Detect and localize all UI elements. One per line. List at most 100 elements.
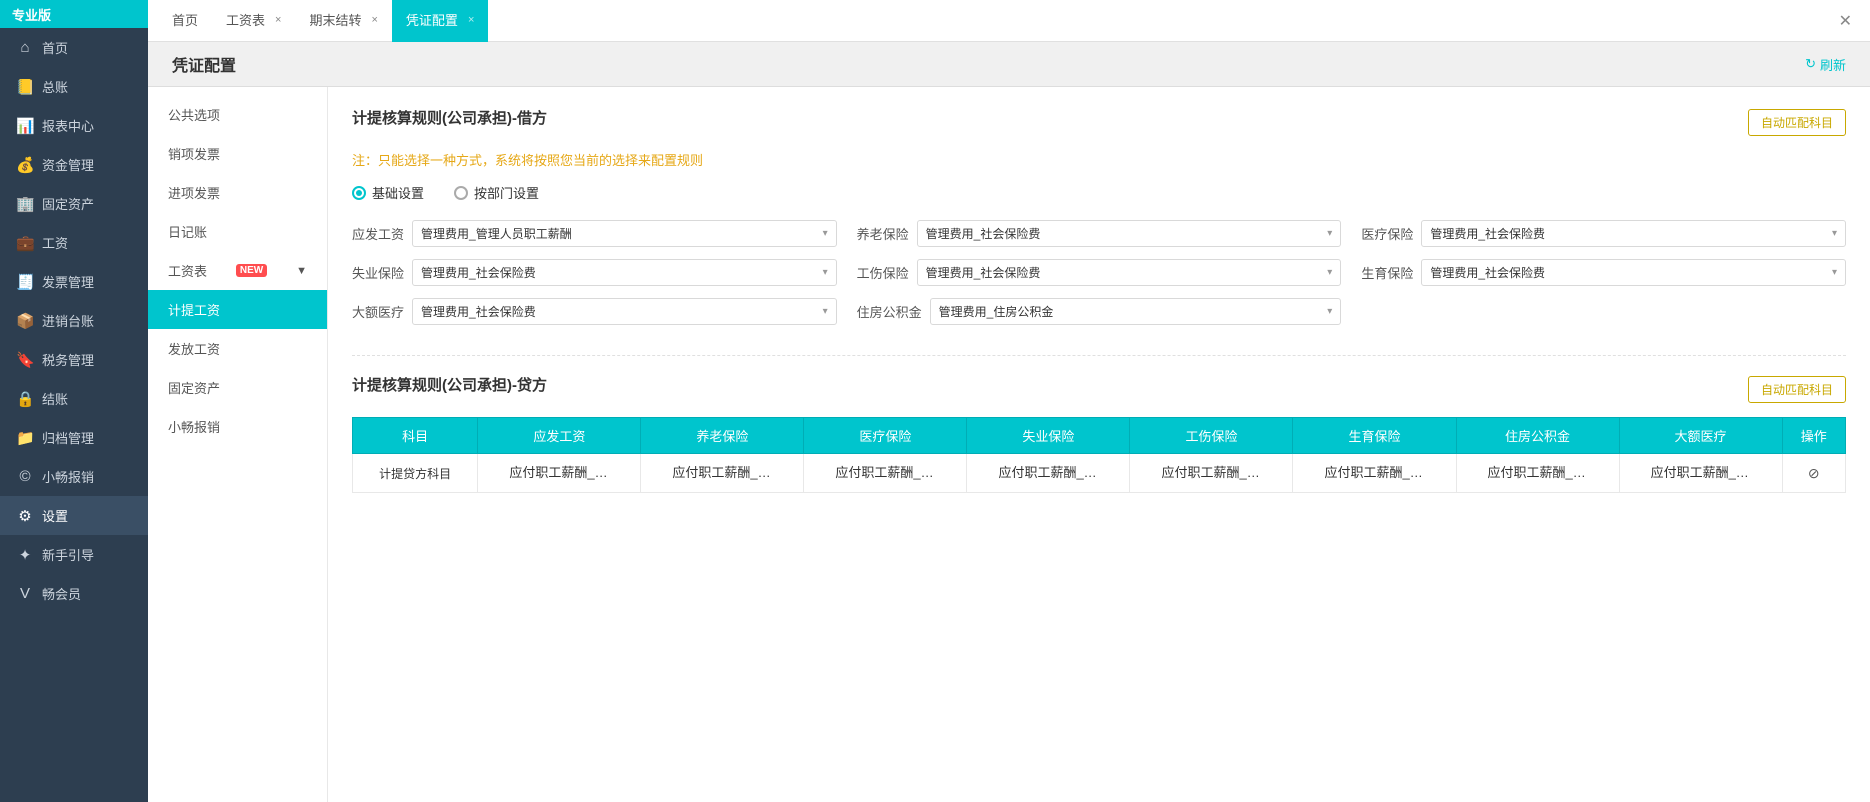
select-arrow-1-1: ▾ xyxy=(1327,267,1332,278)
radio-dept-dot xyxy=(454,186,468,200)
table-header-cell: 住房公积金 xyxy=(1456,418,1619,454)
form-item-0-0: 应发工资 管理费用_管理人员职工薪酬 ▾ xyxy=(352,220,837,247)
left-nav-label: 小畅报销 xyxy=(168,417,220,436)
left-nav-item-cancel-invoice[interactable]: 销项发票 xyxy=(148,134,327,173)
left-nav-label: 销项发票 xyxy=(168,144,220,163)
table-cell-value-1[interactable]: 应付职工薪酬_基... xyxy=(641,454,804,493)
tab-close-salary-table[interactable]: × xyxy=(275,14,281,26)
form-select-2-0[interactable]: 管理费用_社会保险费 ▾ xyxy=(412,298,837,325)
table-header-cell: 养老保险 xyxy=(641,418,804,454)
left-nav-item-journal[interactable]: 日记账 xyxy=(148,212,327,251)
action-icon[interactable]: ⊘ xyxy=(1808,465,1820,481)
sidebar-item-archive[interactable]: 📁归档管理 xyxy=(0,418,148,457)
form-label-1-0: 失业保险 xyxy=(352,263,404,282)
section2-header: 计提核算规则(公司承担)-贷方 自动匹配科目 xyxy=(352,374,1846,405)
table-row: 计提贷方科目应付职工薪酬_基...应付职工薪酬_基...应付职工薪酬_基...应… xyxy=(353,454,1846,493)
sidebar-item-guide[interactable]: ✦ 新手引导 xyxy=(0,535,148,574)
member-icon: V xyxy=(16,585,34,602)
form-select-1-0[interactable]: 管理费用_社会保险费 ▾ xyxy=(412,259,837,286)
sidebar-item-ledger[interactable]: 📒总账 xyxy=(0,67,148,106)
tab-home[interactable]: 首页 xyxy=(158,0,212,42)
sidebar-item-salary[interactable]: 💼工资 xyxy=(0,223,148,262)
table-cell-subject: 计提贷方科目 xyxy=(353,454,478,493)
table-cell-value-3[interactable]: 应付职工薪酬_基... xyxy=(967,454,1130,493)
form-select-0-0[interactable]: 管理费用_管理人员职工薪酬 ▾ xyxy=(412,220,837,247)
table-header-cell: 操作 xyxy=(1782,418,1845,454)
form-label-2-0: 大额医疗 xyxy=(352,302,404,321)
form-select-1-1[interactable]: 管理费用_社会保险费 ▾ xyxy=(917,259,1342,286)
table-cell-action[interactable]: ⊘ xyxy=(1782,454,1845,493)
form-select-1-2[interactable]: 管理费用_社会保险费 ▾ xyxy=(1421,259,1846,286)
sidebar-item-funds[interactable]: 💰资金管理 xyxy=(0,145,148,184)
divider-1 xyxy=(352,355,1846,356)
sidebar-item-label: 设置 xyxy=(42,506,68,525)
sidebar-item-reports[interactable]: 📊报表中心 xyxy=(0,106,148,145)
table-header-cell: 失业保险 xyxy=(967,418,1130,454)
left-nav-item-salary-table-nav[interactable]: 工资表NEW▼ xyxy=(148,251,327,290)
select-arrow-1-2: ▾ xyxy=(1832,267,1837,278)
sidebar-item-invoice[interactable]: 🧾发票管理 xyxy=(0,262,148,301)
sidebar-item-home[interactable]: ⌂首页 xyxy=(0,28,148,67)
radio-department[interactable]: 按部门设置 xyxy=(454,183,539,202)
sidebar-item-xiaochang[interactable]: ©小畅报销 xyxy=(0,457,148,496)
form-select-0-1[interactable]: 管理费用_社会保险费 ▾ xyxy=(917,220,1342,247)
sidebar-item-tax[interactable]: 🔖税务管理 xyxy=(0,340,148,379)
sidebar-item-closing[interactable]: 🔒结账 xyxy=(0,379,148,418)
left-nav-item-input-invoice[interactable]: 进项发票 xyxy=(148,173,327,212)
sidebar-item-label: 资金管理 xyxy=(42,155,94,174)
sidebar: 专业版 ⌂首页📒总账📊报表中心💰资金管理🏢固定资产💼工资🧾发票管理📦进销台账🔖税… xyxy=(0,0,148,802)
form-label-1-1: 工伤保险 xyxy=(857,263,909,282)
section2-title: 计提核算规则(公司承担)-贷方 xyxy=(352,374,547,395)
debit-form-grid: 应发工资 管理费用_管理人员职工薪酬 ▾ 养老保险 管理费用_社会保险费 ▾ 医… xyxy=(352,220,1846,325)
left-nav-item-calc-salary[interactable]: 计提工资 xyxy=(148,290,327,329)
home-icon: ⌂ xyxy=(16,39,34,56)
tab-label: 首页 xyxy=(172,10,198,29)
tab-label: 凭证配置 xyxy=(406,10,458,29)
form-select-0-2[interactable]: 管理费用_社会保险费 ▾ xyxy=(1421,220,1846,247)
auto-match-button-2[interactable]: 自动匹配科目 xyxy=(1748,376,1846,403)
table-cell-value-2[interactable]: 应付职工薪酬_基... xyxy=(804,454,967,493)
tab-bar: 首页工资表×期末结转× 凭证配置 × ✕ xyxy=(148,0,1870,42)
table-header-cell: 应发工资 xyxy=(478,418,641,454)
refresh-button[interactable]: ↻ 刷新 xyxy=(1805,55,1846,74)
table-cell-value-0[interactable]: 应付职工薪酬_基... xyxy=(478,454,641,493)
table-cell-value-6[interactable]: 应付职工薪酬_基... xyxy=(1456,454,1619,493)
left-nav-label: 发放工资 xyxy=(168,339,220,358)
form-select-2-1[interactable]: 管理费用_住房公积金 ▾ xyxy=(930,298,1342,325)
left-nav-label: 工资表 xyxy=(168,261,207,280)
tab-salary-table[interactable]: 工资表× xyxy=(212,0,295,42)
select-arrow-2-1: ▾ xyxy=(1327,306,1332,317)
left-nav-item-fixed-assets[interactable]: 固定资产 xyxy=(148,368,327,407)
tab-period-close[interactable]: 期末结转× xyxy=(295,0,391,42)
guide-icon: ✦ xyxy=(16,546,34,564)
table-cell-value-5[interactable]: 应付职工薪酬_基... xyxy=(1293,454,1456,493)
sidebar-item-label: 新手引导 xyxy=(42,545,94,564)
app-edition: 专业版 xyxy=(0,0,148,28)
settings-icon: ⚙ xyxy=(16,507,34,525)
left-nav-item-issue-salary[interactable]: 发放工资 xyxy=(148,329,327,368)
auto-match-button-1[interactable]: 自动匹配科目 xyxy=(1748,109,1846,136)
sidebar-item-label: 进销台账 xyxy=(42,311,94,330)
nav-arrow-salary-table-nav: ▼ xyxy=(296,265,307,277)
form-item-1-2: 生育保险 管理费用_社会保险费 ▾ xyxy=(1361,259,1846,286)
tab-close-voucher-config[interactable]: × xyxy=(468,14,474,26)
table-header-cell: 生育保险 xyxy=(1293,418,1456,454)
sidebar-item-inventory[interactable]: 📦进销台账 xyxy=(0,301,148,340)
sidebar-item-assets[interactable]: 🏢固定资产 xyxy=(0,184,148,223)
left-nav-label: 公共选项 xyxy=(168,105,220,124)
table-cell-value-7[interactable]: 应付职工薪酬_基... xyxy=(1619,454,1782,493)
tab-voucher-config[interactable]: 凭证配置 × xyxy=(392,0,488,42)
radio-basic[interactable]: 基础设置 xyxy=(352,183,424,202)
section1-header: 计提核算规则(公司承担)-借方 自动匹配科目 xyxy=(352,107,1846,138)
table-cell-value-4[interactable]: 应付职工薪酬_基... xyxy=(1130,454,1293,493)
close-main-button[interactable]: ✕ xyxy=(1831,11,1860,31)
content-layout: 公共选项销项发票进项发票日记账工资表NEW▼计提工资发放工资固定资产小畅报销 计… xyxy=(148,87,1870,802)
left-nav-item-xiaochang-reimb[interactable]: 小畅报销 xyxy=(148,407,327,446)
select-arrow-2-0: ▾ xyxy=(823,306,828,317)
tab-close-period-close[interactable]: × xyxy=(371,14,377,26)
sidebar-item-label: 结账 xyxy=(42,389,68,408)
sidebar-item-settings[interactable]: ⚙ 设置 xyxy=(0,496,148,535)
left-nav-item-public-options[interactable]: 公共选项 xyxy=(148,95,327,134)
sidebar-item-member[interactable]: V畅会员 xyxy=(0,574,148,613)
archive-icon: 📁 xyxy=(16,429,34,447)
